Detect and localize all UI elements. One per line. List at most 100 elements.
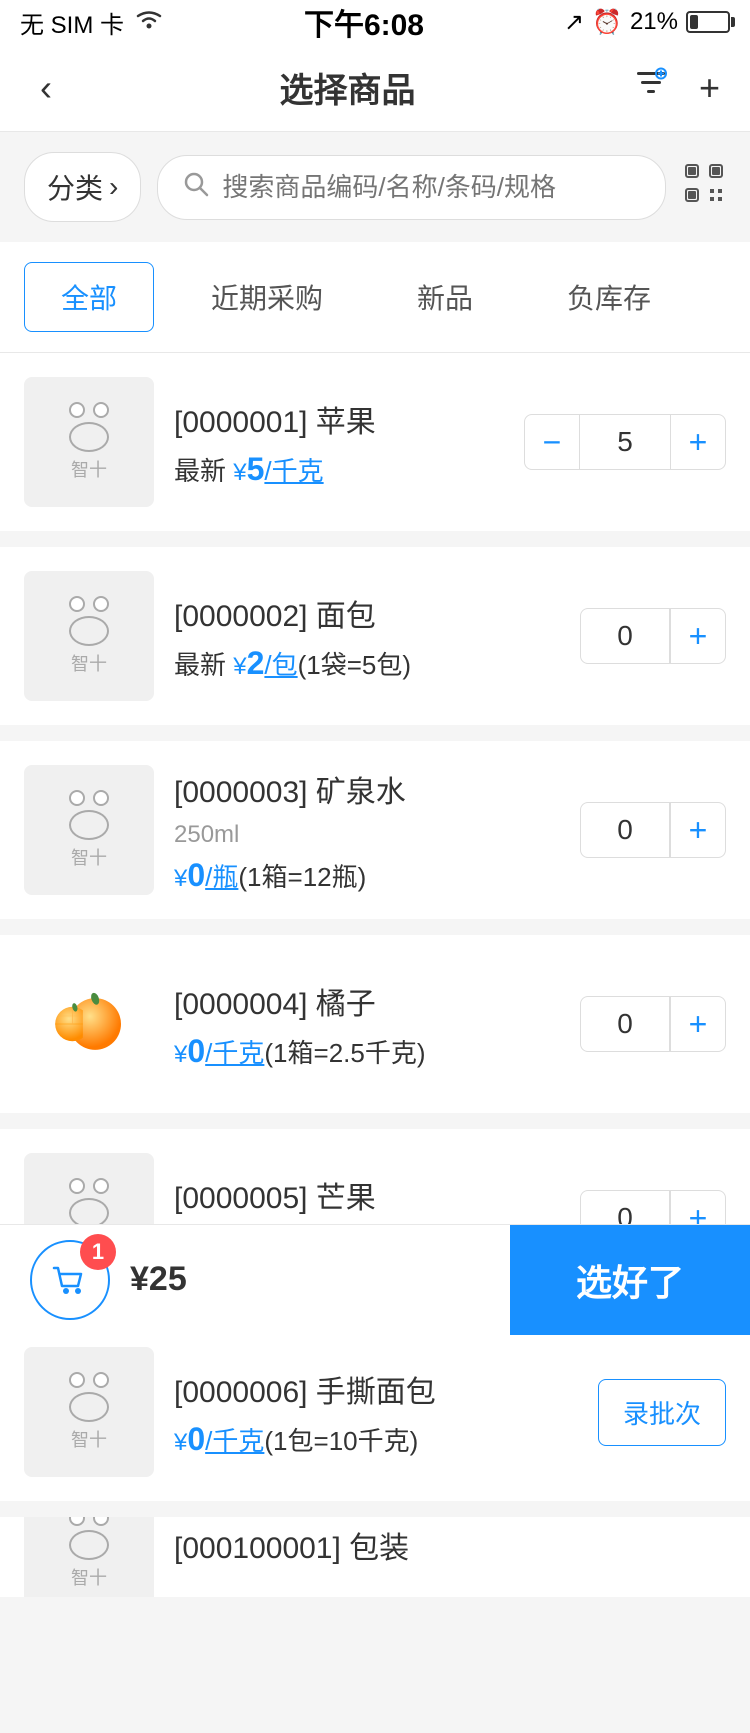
price-unit: /千克 (264, 456, 323, 486)
price-value: 5 (247, 451, 265, 487)
quantity-input[interactable] (580, 802, 670, 858)
back-button[interactable]: ‹ (30, 57, 62, 119)
product-image: 智十 (24, 571, 154, 701)
product-name: [000100001] 包装 (174, 1523, 726, 1567)
increase-button[interactable]: + (670, 802, 726, 858)
location-icon: ↗ (564, 8, 584, 37)
price-spec: (1箱=2.5千克) (264, 1038, 425, 1068)
price-value: 0 (187, 1421, 205, 1457)
price-unit: /千克 (205, 1426, 264, 1456)
confirm-button[interactable]: 选好了 (510, 1225, 750, 1335)
tab-new[interactable]: 新品 (380, 262, 510, 332)
product-image: 智十 (24, 765, 154, 895)
product-item: 智十 [0000006] 手撕面包 ¥0/千克(1包=10千克) 录批次 (0, 1323, 750, 1501)
product-info: [0000006] 手撕面包 ¥0/千克(1包=10千克) (174, 1367, 578, 1458)
product-info: [000100001] 包装 (174, 1523, 726, 1577)
price-currency: ¥ (233, 459, 246, 486)
price-spec: (1箱=12瓶) (238, 862, 366, 892)
product-name: [0000003] 矿泉水 (174, 767, 560, 811)
bottom-bar: 1 ¥25 选好了 (0, 1224, 750, 1334)
increase-button[interactable]: + (670, 608, 726, 664)
nav-bar: ‹ 选择商品 + (0, 44, 750, 132)
filter-bar: 分类 › (0, 132, 750, 242)
search-icon (182, 170, 210, 205)
price-currency: ¥ (174, 1429, 187, 1456)
category-arrow-icon: › (109, 171, 118, 203)
product-item: 智十 [0000002] 面包 最新 ¥2/包(1袋=5包) + (0, 547, 750, 725)
product-name: [0000006] 手撕面包 (174, 1367, 578, 1411)
product-name: [0000001] 苹果 (174, 397, 504, 441)
nav-actions: + (633, 65, 720, 110)
cart-badge: 1 (80, 1234, 116, 1270)
carrier-label: 无 SIM 卡 (20, 5, 124, 40)
product-name: [0000004] 橘子 (174, 979, 560, 1023)
price-value: 0 (187, 1033, 205, 1069)
product-price: ¥0/千克(1包=10千克) (174, 1421, 578, 1458)
increase-button[interactable]: + (670, 414, 726, 470)
status-right: ↗ ⏰ 21% (564, 8, 730, 37)
category-button[interactable]: 分类 › (24, 152, 141, 222)
product-item: 智十 [0000001] 苹果 最新 ¥5/千克 − + (0, 353, 750, 531)
price-label: 最新 (174, 456, 233, 486)
product-list: 智十 [0000001] 苹果 最新 ¥5/千克 − + 智十 [0000002… (0, 353, 750, 1733)
cart-total: ¥25 (130, 1260, 187, 1299)
product-price: 最新 ¥2/包(1袋=5包) (174, 645, 560, 682)
product-item: [0000004] 橘子 ¥0/千克(1箱=2.5千克) + (0, 935, 750, 1113)
cart-button[interactable]: 1 (30, 1240, 110, 1320)
quantity-control: + (580, 996, 726, 1052)
wifi-icon (134, 8, 164, 37)
decrease-button[interactable]: − (524, 414, 580, 470)
search-input[interactable] (222, 172, 641, 203)
quantity-input[interactable] (580, 608, 670, 664)
product-info: [0000003] 矿泉水 250ml ¥0/瓶(1箱=12瓶) (174, 767, 560, 894)
product-image: 智十 (24, 1347, 154, 1477)
price-label: 最新 (174, 650, 233, 680)
quantity-input[interactable] (580, 996, 670, 1052)
product-price: ¥0/千克(1箱=2.5千克) (174, 1033, 560, 1070)
tab-recent[interactable]: 近期采购 (174, 262, 360, 332)
quantity-control: 录批次 (598, 1379, 726, 1446)
product-info: [0000002] 面包 最新 ¥2/包(1袋=5包) (174, 591, 560, 682)
battery-percent: 21% (630, 8, 678, 36)
product-item: 智十 [0000003] 矿泉水 250ml ¥0/瓶(1箱=12瓶) + (0, 741, 750, 919)
tab-all[interactable]: 全部 (24, 262, 154, 332)
product-info: [0000004] 橘子 ¥0/千克(1箱=2.5千克) (174, 979, 560, 1070)
alarm-icon: ⏰ (592, 8, 622, 37)
product-image: 智十 (24, 377, 154, 507)
status-left: 无 SIM 卡 (20, 5, 164, 40)
status-time: 下午6:08 (304, 0, 424, 44)
product-info: [0000001] 苹果 最新 ¥5/千克 (174, 397, 504, 488)
quantity-control: + (580, 802, 726, 858)
price-unit: /瓶 (205, 862, 238, 892)
price-currency: ¥ (174, 865, 187, 892)
batch-button[interactable]: 录批次 (598, 1379, 726, 1446)
quantity-control: − + (524, 414, 726, 470)
product-name: [0000005] 芒果 (174, 1173, 560, 1217)
battery-icon (686, 11, 730, 33)
product-spec: 250ml (174, 821, 560, 849)
price-value: 0 (187, 857, 205, 893)
price-unit: /千克 (205, 1038, 264, 1068)
product-image: 智十 (24, 1517, 154, 1597)
product-item: 智十 [000100001] 包装 (0, 1517, 750, 1597)
page-title: 选择商品 (279, 63, 415, 112)
price-spec: (1包=10千克) (264, 1426, 418, 1456)
add-icon[interactable]: + (699, 67, 720, 109)
price-unit: /包 (264, 650, 297, 680)
product-price: 最新 ¥5/千克 (174, 451, 504, 488)
increase-button[interactable]: + (670, 996, 726, 1052)
tab-negative[interactable]: 负库存 (530, 262, 688, 332)
quantity-input[interactable] (580, 414, 670, 470)
price-currency: ¥ (174, 1041, 187, 1068)
scan-icon[interactable] (682, 161, 726, 213)
tab-bar: 全部 近期采购 新品 负库存 (0, 242, 750, 353)
price-spec: (1袋=5包) (298, 650, 411, 680)
quantity-control: + (580, 608, 726, 664)
price-value: 2 (247, 645, 265, 681)
price-currency: ¥ (233, 653, 246, 680)
product-name: [0000002] 面包 (174, 591, 560, 635)
cart-area: 1 ¥25 (0, 1240, 510, 1320)
search-box (157, 155, 666, 220)
filter-icon[interactable] (633, 65, 669, 110)
product-image (24, 959, 154, 1089)
